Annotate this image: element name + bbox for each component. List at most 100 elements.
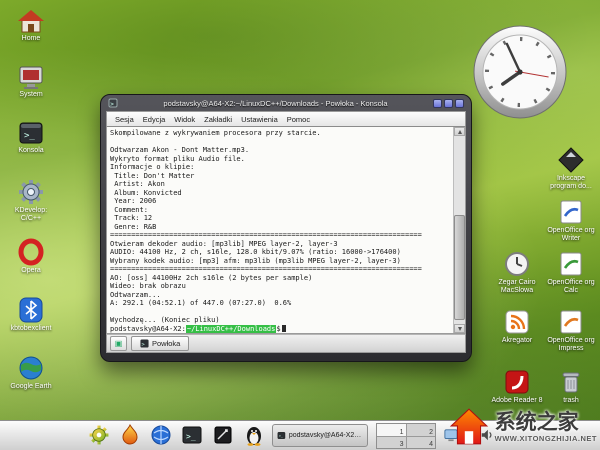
trash-icon: [562, 372, 580, 393]
watermark: 系统之家 WWW.XITONGZHIJIA.NET: [448, 406, 597, 448]
menu-pomoc[interactable]: Pomoc: [283, 114, 314, 125]
tab-powloka[interactable]: > Powłoka: [131, 336, 190, 351]
document-impress-icon: [560, 310, 582, 334]
konsole-window[interactable]: > podstavsky@A64-X2:~/LinuxDC++/Download…: [100, 94, 472, 362]
desktop-icon-konsola[interactable]: >_ Konsola: [4, 120, 58, 155]
terminal-cursor: [281, 324, 286, 332]
bluetooth-icon: [19, 297, 43, 323]
desktop-icon-label: kbtobexclient: [10, 325, 52, 332]
svg-text:>_: >_: [279, 434, 283, 438]
globe-icon: [19, 356, 43, 380]
watermark-house-icon: [449, 408, 488, 445]
scroll-down-button[interactable]: [454, 324, 465, 333]
pager-desktop-2[interactable]: 2: [406, 424, 435, 436]
svg-text:>: >: [141, 342, 144, 348]
kmenu-gear-icon[interactable]: [88, 424, 110, 446]
desktop-icon-system[interactable]: System: [4, 64, 58, 99]
analog-clock-widget[interactable]: [472, 24, 568, 120]
window-title: podstavsky@A64-X2:~/LinuxDC++/Downloads …: [163, 98, 388, 108]
terminal-area[interactable]: Skompilowane z wykrywaniem procesora prz…: [106, 127, 466, 334]
desktop-icon-kdevelop[interactable]: KDevelop: C/C++: [4, 178, 58, 223]
desktop-icon-label: Adobe Reader 8: [491, 397, 543, 404]
prompt-suffix: $: [276, 324, 281, 333]
desktop-icon-oo-impress[interactable]: OpenOffice org Impress: [544, 308, 598, 353]
svg-text:>_: >_: [24, 131, 35, 141]
desktop-icon-google-earth[interactable]: Google Earth: [4, 354, 58, 391]
konsole-icon[interactable]: >_: [181, 424, 203, 446]
watermark-text: 系统之家 WWW.XITONGZHIJIA.NET: [494, 410, 597, 443]
terminal-text: Skompilowane z wykrywaniem procesora prz…: [107, 127, 453, 333]
menu-sesja[interactable]: Sesja: [111, 114, 138, 125]
tab-label: Powłoka: [152, 339, 181, 348]
desktop-pager: 1 2 3 4: [376, 423, 436, 449]
svg-text:>_: >_: [186, 432, 196, 441]
inkscape-diamond-icon: [558, 147, 584, 173]
tux-penguin-icon[interactable]: [243, 424, 265, 446]
desktop-icon-trash[interactable]: trash: [544, 368, 598, 405]
globe-browser-icon[interactable]: [150, 424, 172, 446]
opera-icon: [18, 238, 44, 266]
minimize-button[interactable]: [433, 98, 442, 108]
window-menubar: Sesja Edycja Widok Zakładki Ustawienia P…: [106, 111, 466, 127]
clock-icon: [505, 252, 529, 276]
pager-desktop-1[interactable]: 1: [377, 424, 406, 436]
scrollbar-track[interactable]: [454, 136, 465, 324]
desktop-icon-label: System: [19, 91, 43, 98]
adobe-reader-icon: [505, 370, 529, 394]
terminal-scrollbar[interactable]: [453, 127, 465, 333]
terminal-prompt-line: podstavsky@A64-X2:~/LinuxDC++/Downloads$: [110, 324, 450, 334]
arrow-down-icon: [457, 326, 462, 331]
desktop-icon-oo-writer[interactable]: OpenOffice org Writer: [544, 198, 598, 243]
document-writer-icon: [560, 200, 582, 224]
window-titlebar[interactable]: > podstavsky@A64-X2:~/LinuxDC++/Download…: [106, 95, 466, 111]
home-icon: [18, 10, 44, 33]
desktop-icon-label: Google Earth: [10, 383, 52, 390]
flame-icon[interactable]: [119, 424, 141, 446]
window-buttons: [433, 98, 464, 108]
menu-ustawienia[interactable]: Ustawienia: [237, 114, 282, 125]
desktop-icon-oo-calc[interactable]: OpenOffice org Calc: [544, 250, 598, 295]
new-tab-button[interactable]: ▣: [110, 336, 127, 351]
desktop-icon-akregator[interactable]: Akregator: [490, 308, 544, 345]
konsole-icon: >_: [19, 122, 43, 144]
maximize-button[interactable]: [444, 98, 453, 108]
desktop-icon-label: Zegar Cairo MacSlowa: [498, 279, 536, 294]
svg-text:>: >: [110, 101, 114, 108]
desktop-icon-label: Opera: [21, 267, 41, 274]
desktop-icon-label: trash: [563, 397, 579, 404]
desktop-icon-adobe-reader[interactable]: Adobe Reader 8: [490, 368, 544, 405]
rss-icon: [505, 310, 529, 334]
desktop-icon-inkscape[interactable]: Inkscape program do...: [544, 146, 598, 191]
close-button[interactable]: [455, 98, 464, 108]
document-calc-icon: [560, 252, 582, 276]
konsole-icon: >_: [277, 432, 286, 439]
prompt-path: ~/LinuxDC++/Downloads: [185, 324, 277, 333]
taskbar-window-label: podstavsky@A64-X2:~/Linu...: [288, 432, 363, 439]
analog-clock-face: [473, 25, 567, 119]
desktop-icon-label: OpenOffice org Impress: [547, 337, 595, 352]
menu-edycja[interactable]: Edycja: [139, 114, 170, 125]
menu-zakladki[interactable]: Zakładki: [200, 114, 236, 125]
desktop-icon-zegar[interactable]: Zegar Cairo MacSlowa: [490, 250, 544, 295]
desktop-icon-label: OpenOffice org Calc: [547, 279, 595, 294]
pager-desktop-3[interactable]: 3: [377, 436, 406, 448]
scroll-up-button[interactable]: [454, 127, 465, 136]
desktop-icon-label: Inkscape program do...: [550, 175, 592, 190]
kdevelop-gear-icon: [19, 180, 43, 204]
desktop-icon-home[interactable]: Home: [4, 8, 58, 43]
menu-widok[interactable]: Widok: [170, 114, 199, 125]
watermark-title: 系统之家: [494, 410, 579, 434]
scrollbar-thumb[interactable]: [454, 214, 465, 321]
window-menu-icon[interactable]: >: [108, 98, 118, 108]
terminal-tabbar: ▣ > Powłoka: [106, 334, 466, 353]
desktop-icon-kbtobexclient[interactable]: kbtobexclient: [4, 296, 58, 333]
desktop-icon-label: KDevelop: C/C++: [14, 207, 48, 222]
pager-desktop-4[interactable]: 4: [406, 436, 435, 448]
desktop-icon-label: OpenOffice org Writer: [547, 227, 595, 242]
terminal-output: Skompilowane z wykrywaniem procesora prz…: [110, 129, 422, 324]
desktop-wallpaper: Home System >_ Konsola KDevelop: C/C++ O…: [0, 0, 600, 450]
taskbar-window-button[interactable]: >_ podstavsky@A64-X2:~/Linu...: [272, 424, 368, 447]
editor-icon[interactable]: [212, 424, 234, 446]
desktop-icon-opera[interactable]: Opera: [4, 238, 58, 275]
watermark-url: WWW.XITONGZHIJIA.NET: [494, 433, 597, 443]
